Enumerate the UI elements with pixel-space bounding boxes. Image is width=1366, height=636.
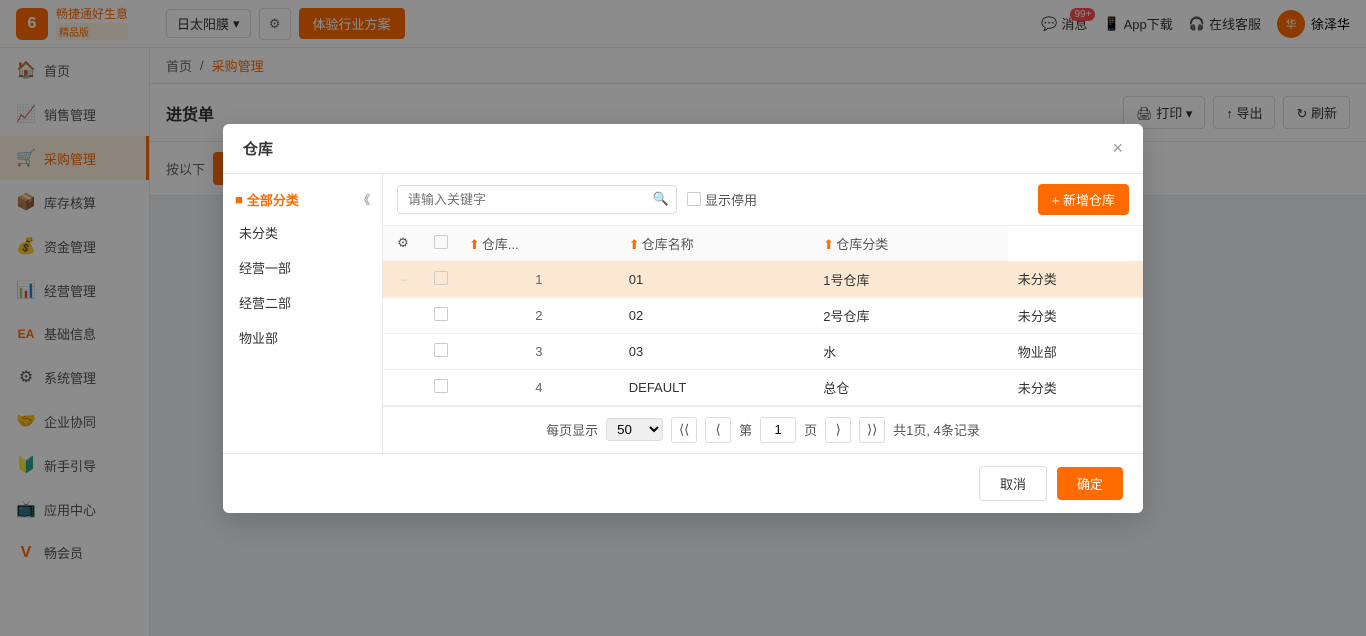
row-number: 2 xyxy=(459,297,619,333)
row-name: 1号仓库 xyxy=(813,261,1008,297)
category-item-dept2[interactable]: 经营二部 xyxy=(223,285,382,320)
collapse-button[interactable]: 《 xyxy=(358,191,370,208)
modal-overlay: 仓库 × ■ 全部分类 《 未分类 经营一部 经营二部 物业部 xyxy=(0,0,1366,636)
row-more[interactable] xyxy=(383,369,423,405)
grid-icon: ■ xyxy=(235,192,243,207)
row-checkbox[interactable] xyxy=(423,369,459,405)
table-row[interactable]: ··· 1011号仓库未分类 xyxy=(383,261,1143,297)
row-category: 未分类 xyxy=(1008,261,1143,297)
page-input[interactable] xyxy=(760,417,796,443)
col-name: ⬆仓库名称 xyxy=(619,226,814,262)
page-unit: 页 xyxy=(804,420,817,439)
show-disabled-toggle[interactable]: 显示停用 xyxy=(687,190,757,209)
table-row[interactable]: 303水物业部 xyxy=(383,333,1143,369)
sort-icon-name: ⬆ xyxy=(629,237,640,252)
select-all-checkbox[interactable] xyxy=(434,235,448,249)
col-code: ⬆仓库... xyxy=(459,226,619,262)
pagination-bar: 每页显示 50 10 20 100 ⟨⟨ ⟨ 第 页 ⟩ ⟩⟩ 共1页, 4条记… xyxy=(383,406,1143,453)
page-size-select[interactable]: 50 10 20 100 xyxy=(606,418,663,441)
warehouse-modal: 仓库 × ■ 全部分类 《 未分类 经营一部 经营二部 物业部 xyxy=(223,124,1143,513)
show-disabled-label: 显示停用 xyxy=(705,190,757,209)
right-toolbar: 🔍 显示停用 + 新增仓库 xyxy=(383,174,1143,226)
right-panel: 🔍 显示停用 + 新增仓库 ⚙ xyxy=(383,174,1143,453)
category-item-property[interactable]: 物业部 xyxy=(223,320,382,355)
category-item-dept1[interactable]: 经营一部 xyxy=(223,250,382,285)
row-more[interactable] xyxy=(383,333,423,369)
modal-action-footer: 取消 确定 xyxy=(223,453,1143,513)
row-number: 1 xyxy=(459,261,619,297)
row-category: 物业部 xyxy=(1008,333,1143,369)
confirm-button[interactable]: 确定 xyxy=(1057,467,1123,500)
sort-icon-code: ⬆ xyxy=(469,237,480,252)
search-input[interactable] xyxy=(397,185,677,214)
last-page-button[interactable]: ⟩⟩ xyxy=(859,417,885,443)
search-wrap: 🔍 xyxy=(397,185,677,214)
category-item-unclassified[interactable]: 未分类 xyxy=(223,215,382,250)
row-more[interactable]: ··· xyxy=(383,261,423,297)
row-more[interactable] xyxy=(383,297,423,333)
search-icon[interactable]: 🔍 xyxy=(653,191,669,207)
row-code: 03 xyxy=(619,333,814,369)
modal-close-button[interactable]: × xyxy=(1112,139,1123,157)
all-categories-label: ■ 全部分类 xyxy=(235,190,299,209)
total-label: 共1页, 4条记录 xyxy=(893,420,980,439)
modal-title: 仓库 xyxy=(243,138,273,159)
modal-header: 仓库 × xyxy=(223,124,1143,174)
category-header: ■ 全部分类 《 xyxy=(223,184,382,215)
page-size-label: 每页显示 xyxy=(546,420,598,439)
row-code: DEFAULT xyxy=(619,369,814,405)
next-page-button[interactable]: ⟩ xyxy=(825,417,851,443)
cancel-button[interactable]: 取消 xyxy=(979,466,1047,501)
sort-icon-category: ⬆ xyxy=(823,237,834,252)
show-disabled-checkbox[interactable] xyxy=(687,192,701,206)
category-panel: ■ 全部分类 《 未分类 经营一部 经营二部 物业部 xyxy=(223,174,383,453)
prev-page-button[interactable]: ⟨ xyxy=(705,417,731,443)
row-name: 2号仓库 xyxy=(813,297,1008,333)
row-checkbox[interactable] xyxy=(423,297,459,333)
row-code: 01 xyxy=(619,261,814,297)
row-category: 未分类 xyxy=(1008,369,1143,405)
row-code: 02 xyxy=(619,297,814,333)
col-settings: ⚙ xyxy=(383,226,423,262)
row-number: 4 xyxy=(459,369,619,405)
first-page-button[interactable]: ⟨⟨ xyxy=(671,417,697,443)
row-checkbox[interactable] xyxy=(423,333,459,369)
row-name: 总仓 xyxy=(813,369,1008,405)
table-row[interactable]: 2022号仓库未分类 xyxy=(383,297,1143,333)
add-warehouse-button[interactable]: + 新增仓库 xyxy=(1038,184,1129,215)
col-category: ⬆仓库分类 xyxy=(813,226,1008,262)
row-number: 3 xyxy=(459,333,619,369)
col-check xyxy=(423,226,459,262)
page-label: 第 xyxy=(739,420,752,439)
warehouse-table: ⚙ ⬆仓库... ⬆仓库名称 ⬆仓库分类 ···1011号仓库未分类2022号仓… xyxy=(383,226,1143,406)
modal-body: ■ 全部分类 《 未分类 经营一部 经营二部 物业部 🔍 xyxy=(223,174,1143,453)
row-checkbox[interactable] xyxy=(423,261,459,297)
row-name: 水 xyxy=(813,333,1008,369)
table-row[interactable]: 4DEFAULT总仓未分类 xyxy=(383,369,1143,405)
row-category: 未分类 xyxy=(1008,297,1143,333)
